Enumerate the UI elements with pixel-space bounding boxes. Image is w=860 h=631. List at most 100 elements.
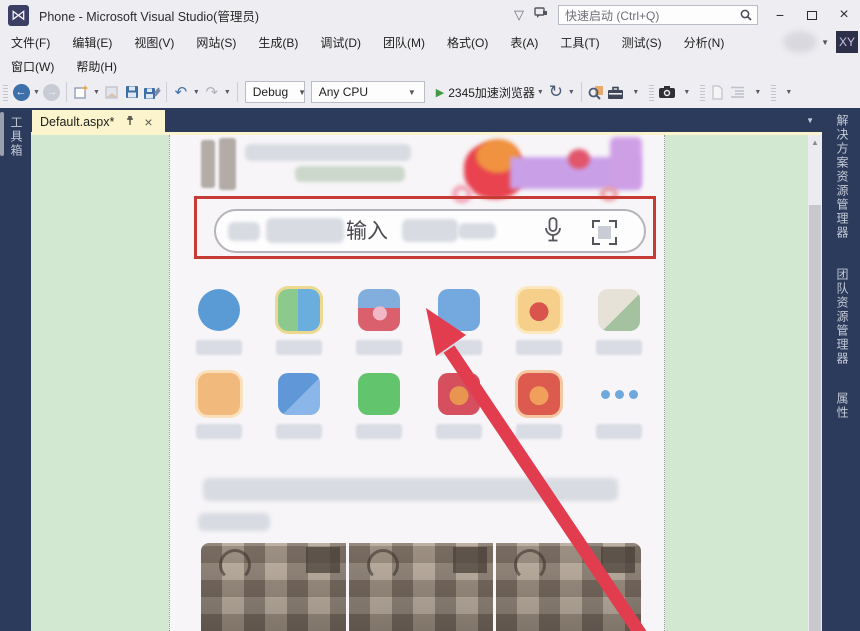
redo-dropdown-icon[interactable]: ▼ [222,89,233,96]
feedback-funnel-icon[interactable]: ▽ [508,7,530,23]
app-label-blur [356,340,402,355]
undo-dropdown-icon[interactable]: ▼ [191,89,202,96]
caption-blur-pill [198,513,270,531]
app-label-blur [516,424,562,439]
header-blur-text-1 [245,144,411,161]
right-dock-strip: 解决方案资源管理器 团队资源管理器 属性 [822,108,860,631]
close-button[interactable]: × [828,2,860,28]
menu-item-8[interactable]: 表(A) [499,32,549,54]
menu-item-2[interactable]: 视图(V) [123,32,185,54]
document-tab-label: Default.aspx* [40,115,114,129]
sidebar-item-solution-explorer[interactable]: 解决方案资源管理器 [834,114,851,240]
tab-list-chevron-down-icon[interactable]: ▼ [806,116,814,125]
menu-item-row2-0[interactable]: 窗口(W) [0,56,65,78]
scan-qr-icon [592,220,617,245]
app-label-blur [436,340,482,355]
solution-configuration-dropdown[interactable]: Debug▼ [245,81,305,103]
menu-item-5[interactable]: 调试(D) [309,32,372,54]
refresh-dropdown-icon[interactable]: ▼ [566,89,577,96]
toolbar-overflow-3[interactable]: ▼ [748,81,768,103]
sidebar-item-team-explorer[interactable]: 团队资源管理器 [834,268,851,366]
search-blur-2 [266,218,344,243]
document-outline-button[interactable] [708,81,728,103]
app-icon-orange-app [198,373,240,415]
app-label-blur [596,424,642,439]
search-icon[interactable] [739,8,753,22]
save-all-button[interactable] [142,81,162,103]
toolbox-button[interactable] [606,81,626,103]
maximize-button[interactable] [796,2,828,28]
menu-item-row2-1[interactable]: 帮助(H) [65,56,128,78]
browser-dropdown-icon[interactable]: ▼ [535,89,546,96]
menu-item-3[interactable]: 网站(S) [185,32,247,54]
photo-thumbnail-3 [496,543,641,631]
minimize-button[interactable]: − [764,2,796,28]
search-blur-4 [458,223,496,239]
user-initials-badge[interactable]: XY [836,31,858,53]
quick-launch-box[interactable]: 快速启动 (Ctrl+Q) [558,5,758,25]
search-blur-3 [402,219,458,242]
app-icon-muted-green-app [598,289,640,331]
app-label-blur [516,340,562,355]
toolbar-overflow-4[interactable]: ▼ [779,81,799,103]
toolbar-overflow-2[interactable]: ▼ [677,81,697,103]
header-blur-text-2 [295,166,405,182]
screenshot-camera-button[interactable] [657,81,677,103]
avatar[interactable] [783,31,817,53]
sidebar-item-properties[interactable]: 属性 [834,392,851,420]
app-icon-red-app [438,373,480,415]
window-title: Phone - Microsoft Visual Studio(管理员) [39,6,259,25]
account-chevron-down-icon[interactable]: ▼ [817,38,833,47]
sidebar-item-toolbox[interactable]: 工具箱 [8,116,25,158]
redo-button[interactable]: ↷ [202,81,222,103]
new-file-button[interactable] [71,81,91,103]
header-blur-bar-1 [201,140,215,188]
new-file-dropdown-icon[interactable]: ▼ [91,89,102,96]
microphone-icon [544,217,562,247]
navigate-forward-button[interactable]: → [42,81,62,103]
app-icon-blue-red-app [358,289,400,331]
back-dropdown-icon[interactable]: ▼ [31,89,42,96]
close-tab-icon[interactable]: × [140,114,156,130]
app-label-blur [596,340,642,355]
toolbar-grip[interactable] [3,83,8,101]
app-icon-green-app [358,373,400,415]
pin-icon[interactable] [122,115,140,129]
add-item-button[interactable] [102,81,122,103]
menu-item-0[interactable]: 文件(F) [0,32,61,54]
scrollbar-thumb[interactable] [809,205,821,631]
tab-default-aspx[interactable]: Default.aspx* × [32,110,165,134]
title-bar: ⋈ Phone - Microsoft Visual Studio(管理员) ▽… [0,0,860,30]
refresh-button[interactable]: ↻ [546,81,566,103]
search-blur-1 [228,222,260,241]
send-feedback-icon[interactable] [530,7,552,23]
app-icon-red-orange-app [518,373,560,415]
find-in-files-button[interactable] [586,81,606,103]
menu-item-10[interactable]: 测试(S) [611,32,673,54]
navigate-back-button[interactable]: ← [11,81,31,103]
app-label-blur [196,424,242,439]
start-debug-button[interactable]: ▶ 2345加速浏览器 [428,81,535,103]
app-icon-blue-app-2 [278,373,320,415]
menu-item-11[interactable]: 分析(N) [673,32,736,54]
editor-vertical-scrollbar[interactable]: ▲ [808,135,822,631]
app-icon-blue-app [438,289,480,331]
left-dock-strip: 工具箱 [0,108,31,631]
toolbar-overflow-1[interactable]: ▼ [626,81,646,103]
photo-thumbnail-1 [201,543,346,631]
menu-item-1[interactable]: 编辑(E) [61,32,123,54]
menu-item-4[interactable]: 生成(B) [247,32,309,54]
designer-canvas[interactable]: 输入 [31,135,808,631]
app-label-blur [276,340,322,355]
menu-item-7[interactable]: 格式(O) [436,32,499,54]
app-icon-blue-round-app [198,289,240,331]
scroll-up-icon[interactable]: ▲ [811,138,819,147]
format-indent-button[interactable] [728,81,748,103]
save-button[interactable] [122,81,142,103]
undo-button[interactable]: ↶ [171,81,191,103]
menu-item-6[interactable]: 团队(M) [372,32,436,54]
solution-platform-dropdown[interactable]: Any CPU▼ [311,81,425,103]
menu-item-9[interactable]: 工具(T) [549,32,610,54]
maximize-icon [807,11,817,20]
app-icon-yellow-red-app [518,289,560,331]
